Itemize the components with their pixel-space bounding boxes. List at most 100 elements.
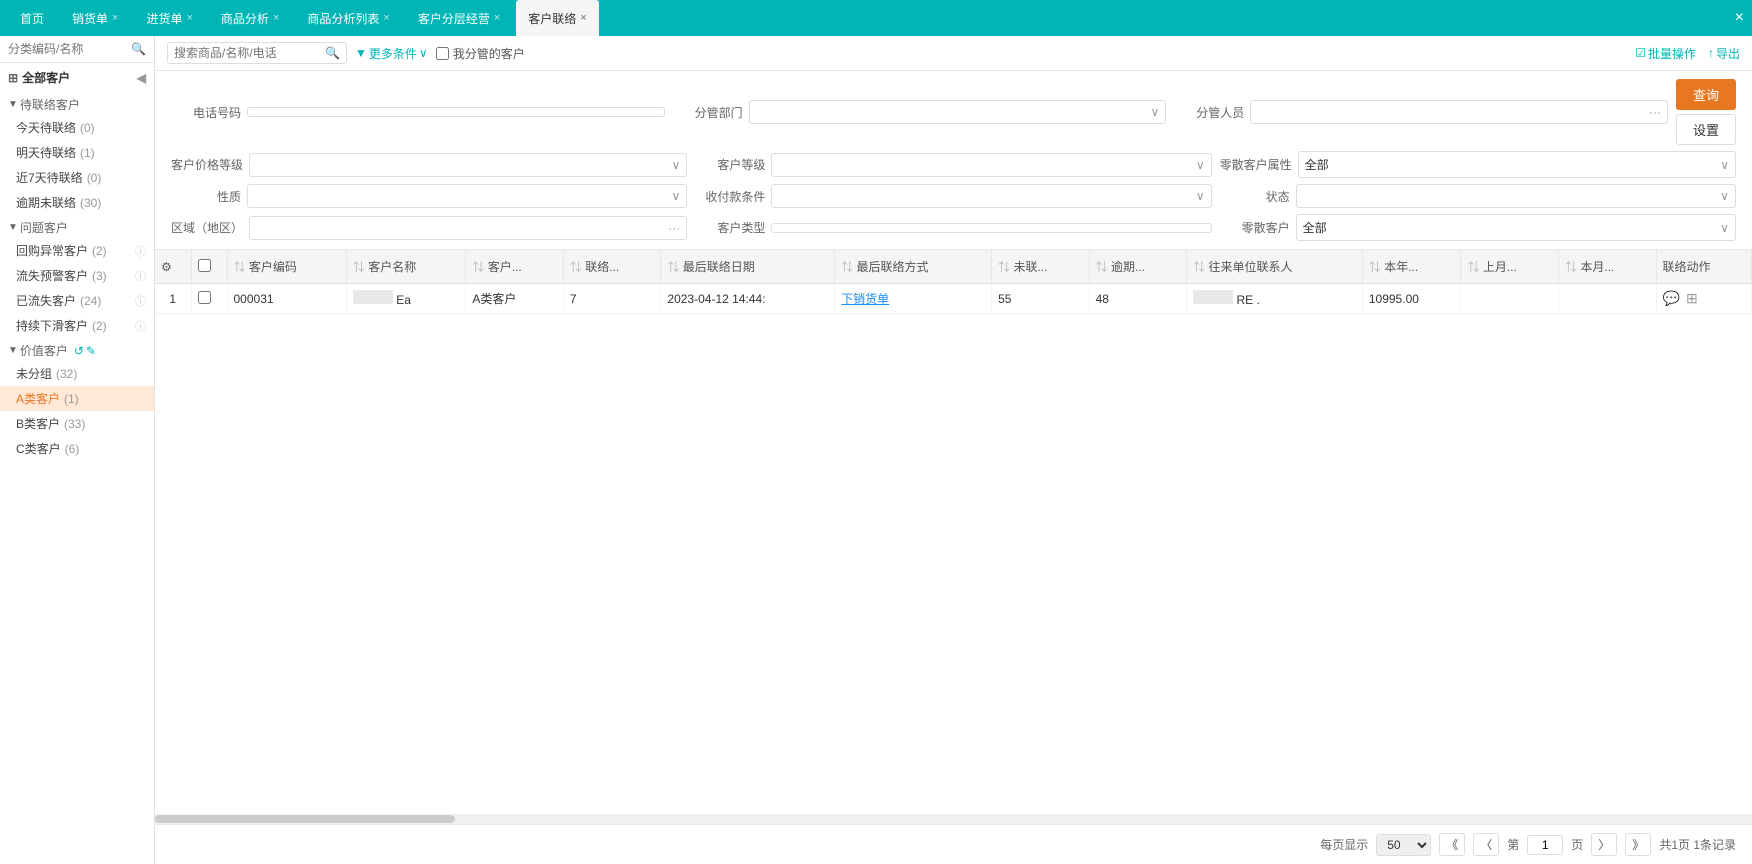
sidebar-item-class-b[interactable]: B类客户 (33): [0, 411, 154, 436]
col-last-contact-date[interactable]: ⇅ 最后联络日期: [661, 250, 835, 284]
retail-customer-caret: ∨: [1720, 221, 1729, 235]
sidebar-item-today-pending[interactable]: 今天待联络 (0): [0, 115, 154, 140]
payment-input[interactable]: ∨: [771, 184, 1211, 208]
first-page-button[interactable]: 《: [1439, 833, 1465, 856]
sidebar-item-7days-pending[interactable]: 近7天待联络 (0): [0, 165, 154, 190]
col-this-month[interactable]: ⇅ 本月...: [1559, 250, 1657, 284]
sidebar-item-class-c[interactable]: C类客户 (6): [0, 436, 154, 461]
close-window-button[interactable]: ×: [1735, 9, 1744, 27]
batch-operation-button[interactable]: ☑ 批量操作: [1635, 45, 1696, 62]
qr-action-icon[interactable]: ⊞: [1686, 290, 1698, 307]
col-contact-count[interactable]: ⇅ 联络...: [563, 250, 661, 284]
sidebar-item-churn-warning[interactable]: 流失预警客户 (3) ⓘ: [0, 263, 154, 288]
filter-row-1: 电话号码 分管部门 ∨ 分管人员 ··· 查询 设置: [171, 79, 1736, 145]
sort-icon-8: ⇅: [1096, 260, 1108, 274]
status-caret: ∨: [1720, 189, 1729, 203]
filter-icon: ▼: [355, 46, 367, 60]
col-customer-name[interactable]: ⇅ 客户名称: [346, 250, 465, 284]
customer-type-input[interactable]: [771, 223, 1211, 233]
group-pending-contact[interactable]: ▼ 待联络客户: [0, 92, 154, 115]
col-not-contacted[interactable]: ⇅ 未联...: [992, 250, 1090, 284]
price-grade-input[interactable]: ∨: [249, 153, 687, 177]
sidebar-item-class-a[interactable]: A类客户 (1): [0, 386, 154, 411]
export-button[interactable]: ↑ 导出: [1708, 45, 1740, 62]
col-customer-type[interactable]: ⇅ 客户...: [466, 250, 564, 284]
nav-customer-tier[interactable]: 客户分层经营 ×: [406, 0, 512, 36]
close-sales-order[interactable]: ×: [112, 12, 118, 24]
sort-icon-9: ⇅: [1193, 260, 1205, 274]
row-index: 1: [155, 284, 191, 314]
sidebar-item-tomorrow-pending[interactable]: 明天待联络 (1): [0, 140, 154, 165]
nav-purchase-order[interactable]: 进货单 ×: [134, 0, 204, 36]
group-value-customers[interactable]: ▼ 价值客户 ↺ ✎: [0, 338, 154, 361]
sidebar-item-overdue-contact[interactable]: 逾期未联络 (30): [0, 190, 154, 215]
col-checkbox: [191, 250, 227, 284]
page-size-select[interactable]: 50 100 200: [1376, 834, 1431, 856]
col-settings[interactable]: ⚙: [155, 250, 191, 284]
all-customers-title[interactable]: ⊞ 全部客户 ◀: [0, 63, 154, 92]
sort-icon-3: ⇅: [472, 260, 484, 274]
col-last-month[interactable]: ⇅ 上月...: [1461, 250, 1559, 284]
retail-customer-input[interactable]: 全部 ∨: [1296, 214, 1736, 241]
select-all-checkbox[interactable]: [198, 259, 211, 272]
contact-method-link[interactable]: 下销货单: [841, 292, 889, 306]
close-customer-contact[interactable]: ×: [580, 12, 586, 24]
phone-input[interactable]: [247, 107, 665, 117]
row-checkbox: [191, 284, 227, 314]
my-customers-checkbox[interactable]: [436, 47, 449, 60]
filter-payment: 收付款条件 ∨: [695, 184, 1211, 208]
collapse-sidebar-icon[interactable]: ◀: [137, 71, 146, 85]
row-this-year: 10995.00: [1362, 284, 1461, 314]
status-input[interactable]: ∨: [1296, 184, 1736, 208]
message-action-icon[interactable]: 💬: [1663, 290, 1680, 307]
dept-input[interactable]: ∨: [749, 100, 1167, 124]
edit-icon[interactable]: ✎: [86, 344, 96, 358]
my-customers-filter[interactable]: 我分管的客户: [436, 45, 525, 62]
refresh-icon[interactable]: ↺: [74, 344, 84, 358]
nav-product-analysis-list[interactable]: 商品分析列表 ×: [295, 0, 401, 36]
filter-person: 分管人员 ···: [1174, 100, 1668, 124]
nav-product-analysis[interactable]: 商品分析 ×: [209, 0, 291, 36]
sidebar-item-churned[interactable]: 已流失客户 (24) ⓘ: [0, 288, 154, 313]
group-problem-customers[interactable]: ▼ 问题客户: [0, 215, 154, 238]
customer-grade-input[interactable]: ∨: [771, 153, 1211, 177]
nature-caret: ∨: [672, 189, 681, 203]
nav-customer-contact[interactable]: 客户联络 ×: [516, 0, 598, 36]
last-page-button[interactable]: 》: [1625, 833, 1651, 856]
region-input[interactable]: ···: [249, 216, 687, 240]
more-filters-button[interactable]: ▼ 更多条件 ∨: [355, 45, 428, 62]
nav-sales-order[interactable]: 销货单 ×: [60, 0, 130, 36]
filter-status: 状态 ∨: [1220, 184, 1736, 208]
scroll-thumb[interactable]: [155, 815, 455, 823]
col-this-year[interactable]: ⇅ 本年...: [1362, 250, 1461, 284]
next-page-button[interactable]: 〉: [1591, 833, 1617, 856]
sidebar-item-declining[interactable]: 持续下滑客户 (2) ⓘ: [0, 313, 154, 338]
col-contact-person[interactable]: ⇅ 往来单位联系人: [1187, 250, 1363, 284]
person-input[interactable]: ···: [1250, 100, 1668, 124]
col-action: 联络动作: [1656, 250, 1751, 284]
col-overdue[interactable]: ⇅ 逾期...: [1089, 250, 1187, 284]
close-customer-tier[interactable]: ×: [494, 12, 500, 24]
sort-icon-10: ⇅: [1369, 260, 1381, 274]
sidebar-item-unclassified[interactable]: 未分组 (32): [0, 361, 154, 386]
row-select-checkbox[interactable]: [198, 291, 211, 304]
page-number-input[interactable]: [1527, 835, 1563, 855]
prev-page-button[interactable]: 〈: [1473, 833, 1499, 856]
sidebar-search-container: 🔍: [0, 36, 154, 63]
sidebar-search-input[interactable]: [8, 42, 131, 56]
retail-attr-input[interactable]: 全部 ∨: [1298, 151, 1736, 178]
close-product-analysis[interactable]: ×: [273, 12, 279, 24]
settings-button[interactable]: 设置: [1676, 114, 1736, 145]
horizontal-scrollbar[interactable]: [155, 814, 1752, 824]
top-navigation: 首页 销货单 × 进货单 × 商品分析 × 商品分析列表 × 客户分层经营 × …: [0, 0, 1752, 36]
col-last-contact-method[interactable]: ⇅ 最后联络方式: [835, 250, 992, 284]
query-button[interactable]: 查询: [1676, 79, 1736, 110]
filter-row-4: 区域（地区） ··· 客户类型 零散客户 全部 ∨: [171, 214, 1736, 241]
nav-home[interactable]: 首页: [8, 0, 56, 36]
close-product-analysis-list[interactable]: ×: [383, 12, 389, 24]
col-customer-code[interactable]: ⇅ 客户编码: [227, 250, 346, 284]
sidebar-item-repurchase-abnormal[interactable]: 回购异常客户 (2) ⓘ: [0, 238, 154, 263]
search-input[interactable]: [174, 46, 325, 60]
nature-input[interactable]: ∨: [247, 184, 687, 208]
close-purchase-order[interactable]: ×: [186, 12, 192, 24]
